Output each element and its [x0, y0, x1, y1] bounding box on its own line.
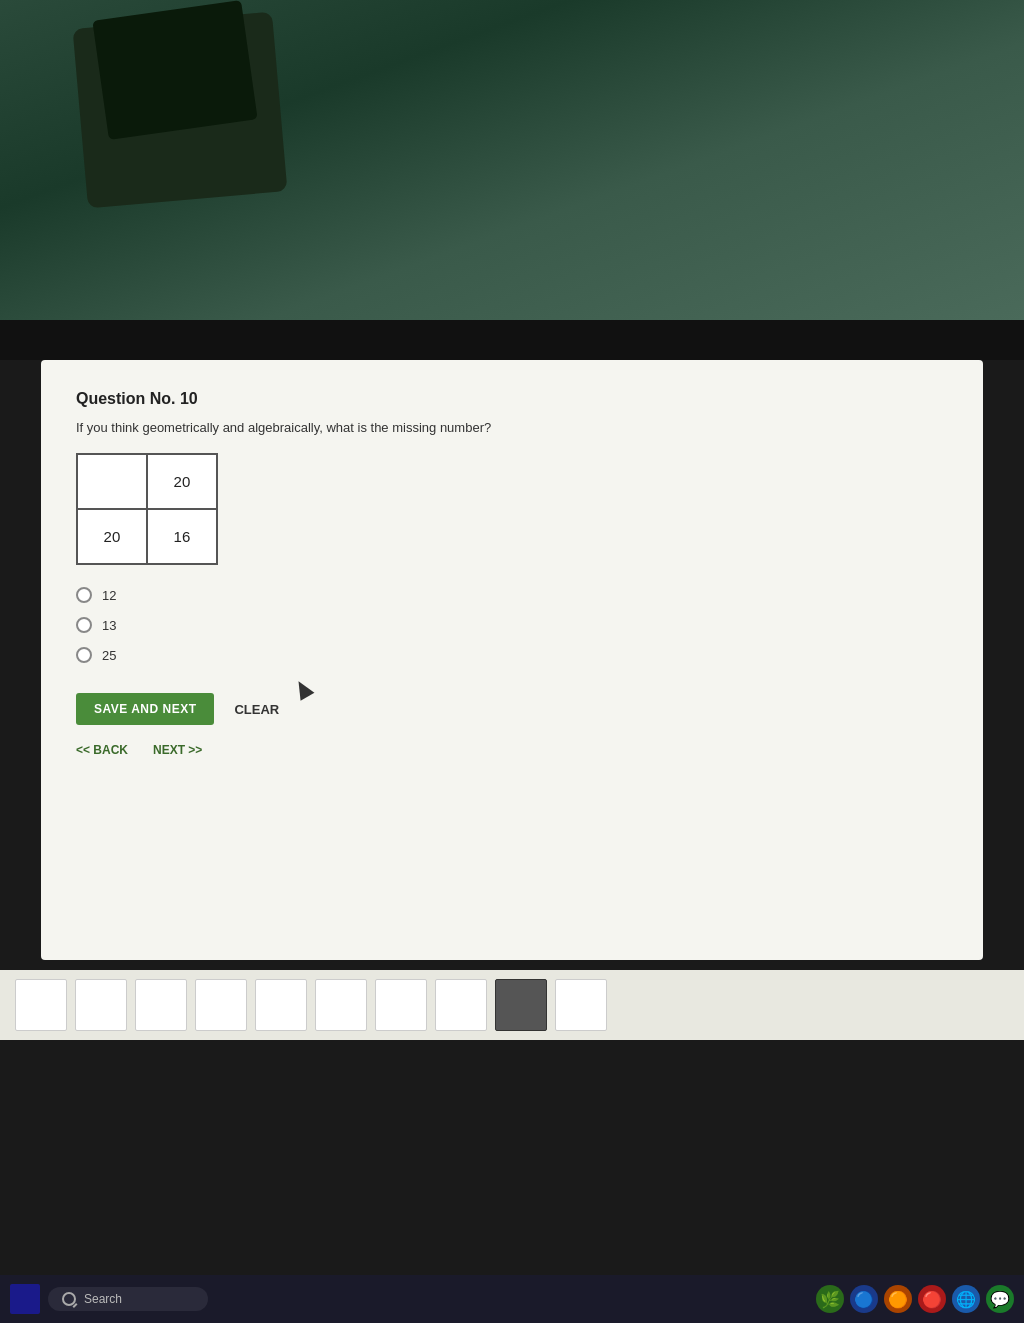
option-12[interactable]: 12 — [76, 587, 948, 603]
grid-cell-top-right: 20 — [147, 454, 217, 509]
answer-options: 12 13 25 — [76, 587, 948, 663]
search-label: Search — [84, 1292, 122, 1306]
option-25[interactable]: 25 — [76, 647, 948, 663]
thumbnail-5[interactable] — [255, 979, 307, 1031]
thumbnail-7[interactable] — [375, 979, 427, 1031]
thumbnail-2[interactable] — [75, 979, 127, 1031]
search-icon — [62, 1292, 76, 1306]
taskbar-icon-red[interactable]: 🔴 — [918, 1285, 946, 1313]
taskbar-icon-whatsapp[interactable]: 💬 — [986, 1285, 1014, 1313]
thumbnail-6[interactable] — [315, 979, 367, 1031]
thumbnail-bar — [0, 970, 1024, 1040]
start-button[interactable] — [10, 1284, 40, 1314]
grid-table: 20 20 16 — [76, 453, 218, 565]
thumbnail-1[interactable] — [15, 979, 67, 1031]
nav-row: << BACK NEXT >> — [76, 743, 948, 757]
next-link[interactable]: NEXT >> — [153, 743, 202, 757]
taskbar-icon-blue[interactable]: 🔵 — [850, 1285, 878, 1313]
option-label-25: 25 — [102, 648, 116, 663]
taskbar-icon-orange[interactable]: 🟠 — [884, 1285, 912, 1313]
clear-button[interactable]: CLEAR — [234, 702, 279, 717]
option-13[interactable]: 13 — [76, 617, 948, 633]
grid-cell-bottom-left: 20 — [77, 509, 147, 564]
radio-circle-12[interactable] — [76, 587, 92, 603]
radio-circle-13[interactable] — [76, 617, 92, 633]
dark-separator — [0, 320, 1024, 360]
thumbnail-4[interactable] — [195, 979, 247, 1031]
taskbar: Search 🌿 🔵 🟠 🔴 🌐 💬 — [0, 1275, 1024, 1323]
buttons-row: SAVE AND NEXT CLEAR — [76, 693, 948, 725]
thumbnail-10[interactable] — [555, 979, 607, 1031]
question-text: If you think geometrically and algebraic… — [76, 420, 948, 435]
save-and-next-button[interactable]: SAVE AND NEXT — [76, 693, 215, 725]
question-title: Question No. 10 — [76, 390, 948, 408]
taskbar-icon-edge[interactable]: 🌐 — [952, 1285, 980, 1313]
taskbar-icon-green[interactable]: 🌿 — [816, 1285, 844, 1313]
thumbnail-3[interactable] — [135, 979, 187, 1031]
photo-background — [0, 0, 1024, 320]
back-link[interactable]: << BACK — [76, 743, 128, 757]
content-card: Question No. 10 If you think geometrical… — [41, 360, 983, 960]
grid-cell-bottom-right: 16 — [147, 509, 217, 564]
grid-cell-top-left — [77, 454, 147, 509]
taskbar-icons: 🌿 🔵 🟠 🔴 🌐 💬 — [816, 1285, 1014, 1313]
option-label-12: 12 — [102, 588, 116, 603]
radio-circle-25[interactable] — [76, 647, 92, 663]
taskbar-search[interactable]: Search — [48, 1287, 208, 1311]
thumbnail-8[interactable] — [435, 979, 487, 1031]
option-label-13: 13 — [102, 618, 116, 633]
thumbnail-9[interactable] — [495, 979, 547, 1031]
